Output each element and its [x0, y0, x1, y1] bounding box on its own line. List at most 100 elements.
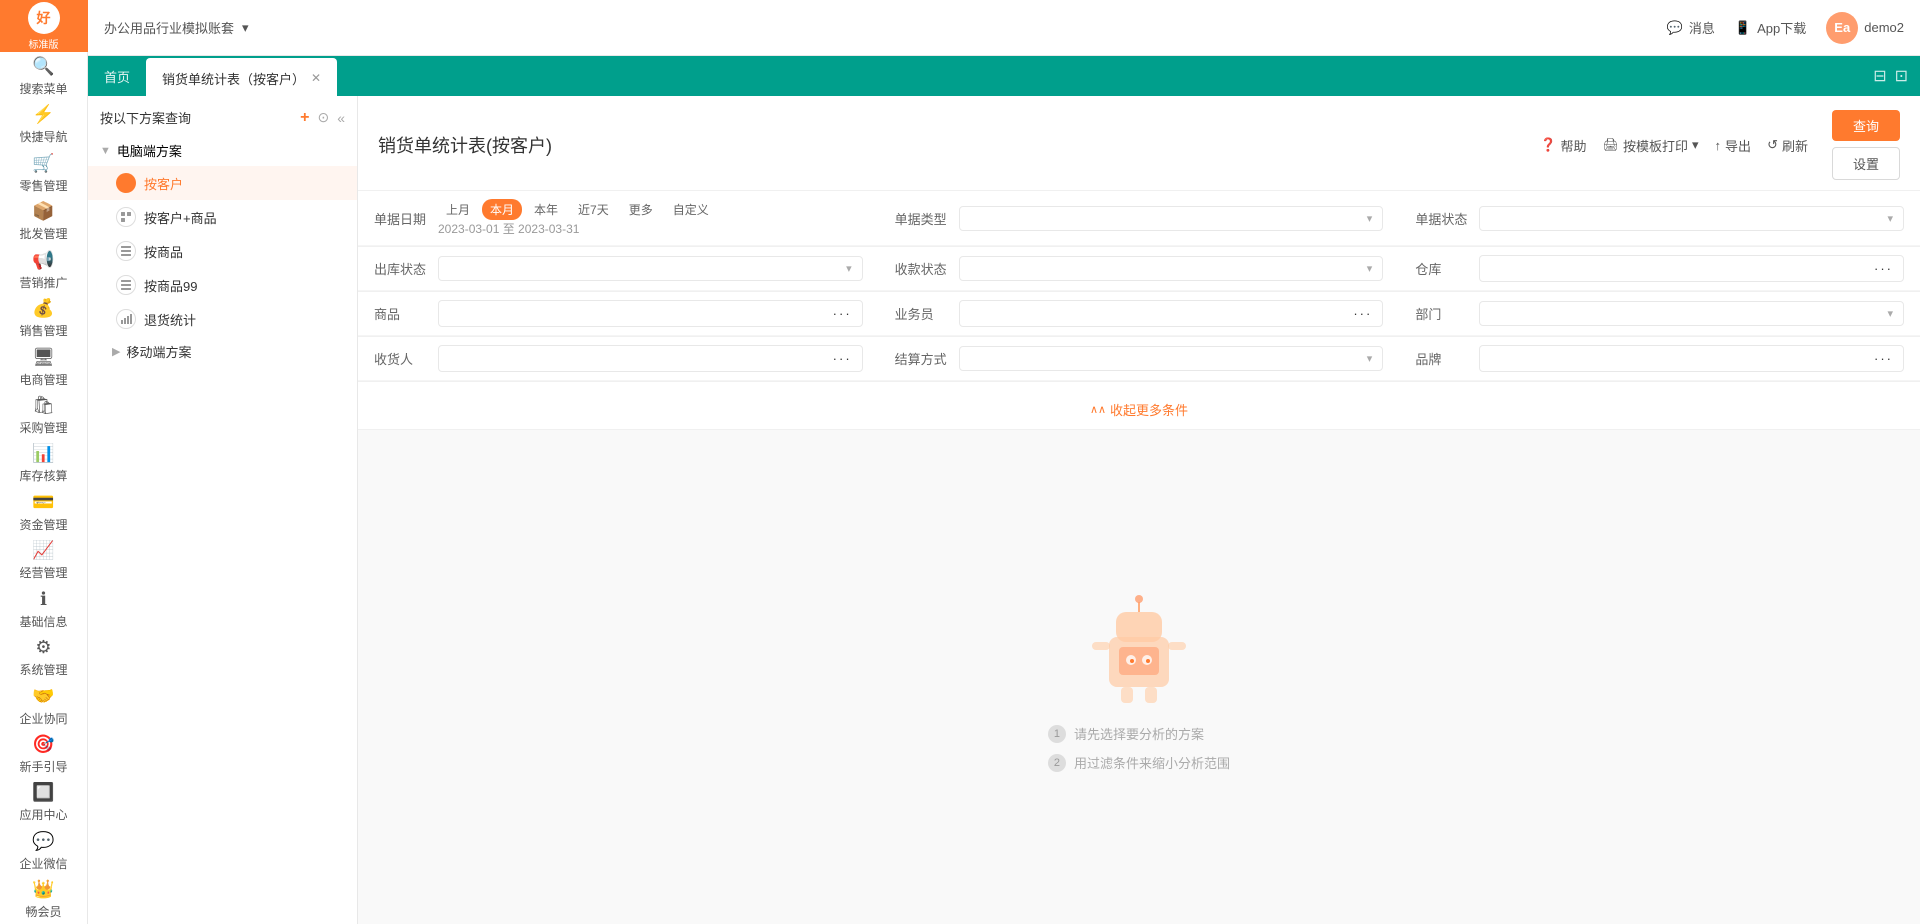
sidebar-item-member[interactable]: 👑 畅会员 — [0, 876, 88, 924]
outbound-filter-cell: 出库状态 ▾ — [358, 247, 879, 291]
tab-close-icon[interactable]: ✕ — [311, 71, 321, 85]
sidebar-item-search[interactable]: 🔍 搜索菜单 — [0, 52, 88, 100]
wechat-icon: 💬 — [32, 831, 54, 852]
sidebar-item-ecommerce[interactable]: 🖥 电商管理 — [0, 343, 88, 391]
scheme-item-by-customer-product[interactable]: 按客户+商品 — [88, 200, 357, 234]
department-label: 部门 — [1415, 304, 1471, 323]
scheme-by-customer-product-icon — [116, 207, 136, 227]
sidebar-item-purchase[interactable]: 🛍 采购管理 — [0, 391, 88, 439]
header-right: 💬 消息 📱 App下载 Ea demo2 — [1667, 12, 1904, 44]
help-btn[interactable]: ❓ 帮助 — [1540, 136, 1586, 155]
tab-minimize-icon[interactable]: ⊟ — [1873, 66, 1886, 86]
scheme-group-mobile-label: 移动端方案 — [126, 342, 191, 361]
app-download-btn[interactable]: 📱 App下载 — [1735, 18, 1806, 37]
sidebar-item-system[interactable]: ⚙ 系统管理 — [0, 633, 88, 681]
product-filter-cell: 商品 ··· — [358, 292, 879, 336]
user-profile[interactable]: Ea demo2 — [1826, 12, 1904, 44]
scheme-group-mobile-header[interactable]: ▶ 移动端方案 — [88, 336, 357, 367]
scheme-group-pc-header[interactable]: ▼ 电脑端方案 — [88, 135, 357, 166]
product-dots-icon[interactable]: ··· — [833, 306, 852, 321]
collapse-up-icon: ∧∧ — [1090, 403, 1106, 416]
doc-status-control: ▾ — [1479, 206, 1904, 231]
sidebar-item-wechat[interactable]: 💬 企业微信 — [0, 827, 88, 875]
tab-home[interactable]: 首页 — [88, 56, 146, 96]
scheme-item-return-stats[interactable]: 退货统计 — [88, 302, 357, 336]
sidebar-item-inventory[interactable]: 📊 库存核算 — [0, 440, 88, 488]
add-scheme-btn[interactable]: + — [300, 109, 309, 127]
receiver-select[interactable]: ··· — [438, 345, 863, 372]
sidebar-item-quick-nav[interactable]: ⚡ 快捷导航 — [0, 101, 88, 149]
receiver-dots-icon[interactable]: ··· — [833, 351, 852, 366]
doc-status-select[interactable]: ▾ — [1479, 206, 1904, 231]
sidebar-item-finance[interactable]: 💳 资金管理 — [0, 488, 88, 536]
user-avatar: Ea — [1826, 12, 1858, 44]
sidebar-item-retail[interactable]: 🛒 零售管理 — [0, 149, 88, 197]
scheme-group-expand-icon: ▼ — [100, 145, 111, 157]
main-area: 办公用品行业模拟账套 ▾ 💬 消息 📱 App下载 Ea demo2 首页 — [88, 0, 1920, 924]
payment-select[interactable]: ▾ — [959, 256, 1384, 281]
hint-1-text: 请先选择要分析的方案 — [1074, 724, 1204, 743]
shortcut-last-month[interactable]: 上月 — [438, 199, 478, 220]
outbound-select[interactable]: ▾ — [438, 256, 863, 281]
tab-sales-report[interactable]: 销货单统计表（按客户） ✕ — [146, 58, 337, 98]
edit-scheme-icon[interactable]: ⊙ — [317, 109, 329, 126]
outbound-arrow-icon: ▾ — [846, 262, 852, 275]
scheme-group-pc: ▼ 电脑端方案 按客户 按客户+商品 按商品 — [88, 135, 357, 336]
sidebar-quick-nav-label: 快捷导航 — [19, 128, 67, 145]
shortcut-this-year[interactable]: 本年 — [526, 199, 566, 220]
message-btn[interactable]: 💬 消息 — [1667, 18, 1715, 37]
warehouse-select[interactable]: ··· — [1479, 255, 1904, 282]
sidebar-item-marketing[interactable]: 📢 营销推广 — [0, 246, 88, 294]
scheme-item-by-product[interactable]: 按商品 — [88, 234, 357, 268]
settings-btn[interactable]: 设置 — [1832, 147, 1900, 180]
operations-icon: 📈 — [32, 540, 54, 561]
right-panel: 销货单统计表(按客户) ❓ 帮助 🖨 按模板打印 ▾ ↑ 导出 — [358, 96, 1920, 924]
scheme-by-product-99-label: 按商品99 — [144, 276, 197, 295]
print-template-btn[interactable]: 🖨 按模板打印 ▾ — [1602, 136, 1698, 155]
export-btn[interactable]: ↑ 导出 — [1715, 136, 1752, 155]
sidebar-inventory-label: 库存核算 — [19, 467, 67, 484]
query-btn[interactable]: 查询 — [1832, 110, 1900, 141]
receiver-control: ··· — [438, 345, 863, 372]
brand-select[interactable]: ··· — [1479, 345, 1904, 372]
tab-expand-icon[interactable]: ⊡ — [1895, 66, 1908, 86]
app-logo[interactable]: 好 标准版 — [0, 0, 88, 52]
salesperson-select[interactable]: ··· — [959, 300, 1384, 327]
doc-type-select[interactable]: ▾ — [959, 206, 1384, 231]
page-header: 销货单统计表(按客户) ❓ 帮助 🖨 按模板打印 ▾ ↑ 导出 — [358, 96, 1920, 191]
sidebar-item-operations[interactable]: 📈 经营管理 — [0, 537, 88, 585]
scheme-by-customer-product-label: 按客户+商品 — [144, 208, 217, 227]
sidebar-item-basic[interactable]: ℹ 基础信息 — [0, 585, 88, 633]
scheme-item-by-customer[interactable]: 按客户 — [88, 166, 357, 200]
sidebar-item-apps[interactable]: 🔲 应用中心 — [0, 779, 88, 827]
scheme-item-by-product-99[interactable]: 按商品99 — [88, 268, 357, 302]
sidebar-item-wholesale[interactable]: 📦 批发管理 — [0, 197, 88, 245]
sidebar-item-guide[interactable]: 🎯 新手引导 — [0, 730, 88, 778]
product-select[interactable]: ··· — [438, 300, 863, 327]
salesperson-dots-icon[interactable]: ··· — [1353, 306, 1372, 321]
industry-selector[interactable]: 办公用品行业模拟账套 ▾ — [104, 18, 249, 37]
salesperson-filter-cell: 业务员 ··· — [879, 292, 1400, 336]
sidebar-retail-label: 零售管理 — [19, 177, 67, 194]
collapse-filters-btn[interactable]: ∧∧ 收起更多条件 — [358, 390, 1920, 430]
payment-arrow-icon: ▾ — [1367, 262, 1373, 275]
collapse-panel-icon[interactable]: « — [337, 110, 345, 126]
sidebar-item-enterprise[interactable]: 🤝 企业协同 — [0, 682, 88, 730]
payment-filter-cell: 收款状态 ▾ — [879, 247, 1400, 291]
left-panel-header: 按以下方案查询 + ⊙ « — [88, 108, 357, 135]
warehouse-filter-cell: 仓库 ··· — [1399, 247, 1920, 291]
sidebar-item-sales[interactable]: 💰 销售管理 — [0, 294, 88, 342]
department-select[interactable]: ▾ — [1479, 301, 1904, 326]
brand-dots-icon[interactable]: ··· — [1874, 351, 1893, 366]
shortcut-custom[interactable]: 自定义 — [665, 199, 717, 220]
salesperson-label: 业务员 — [895, 304, 951, 323]
shortcut-last-7-days[interactable]: 近7天 — [570, 199, 617, 220]
warehouse-dots-icon[interactable]: ··· — [1874, 261, 1893, 276]
scheme-return-stats-icon — [116, 309, 136, 329]
shortcut-more[interactable]: 更多 — [621, 199, 661, 220]
scheme-by-product-99-icon — [116, 275, 136, 295]
shortcut-this-month[interactable]: 本月 — [482, 199, 522, 220]
refresh-btn[interactable]: ↺ 刷新 — [1767, 136, 1808, 155]
message-label: 消息 — [1689, 18, 1715, 37]
settlement-select[interactable]: ▾ — [959, 346, 1384, 371]
